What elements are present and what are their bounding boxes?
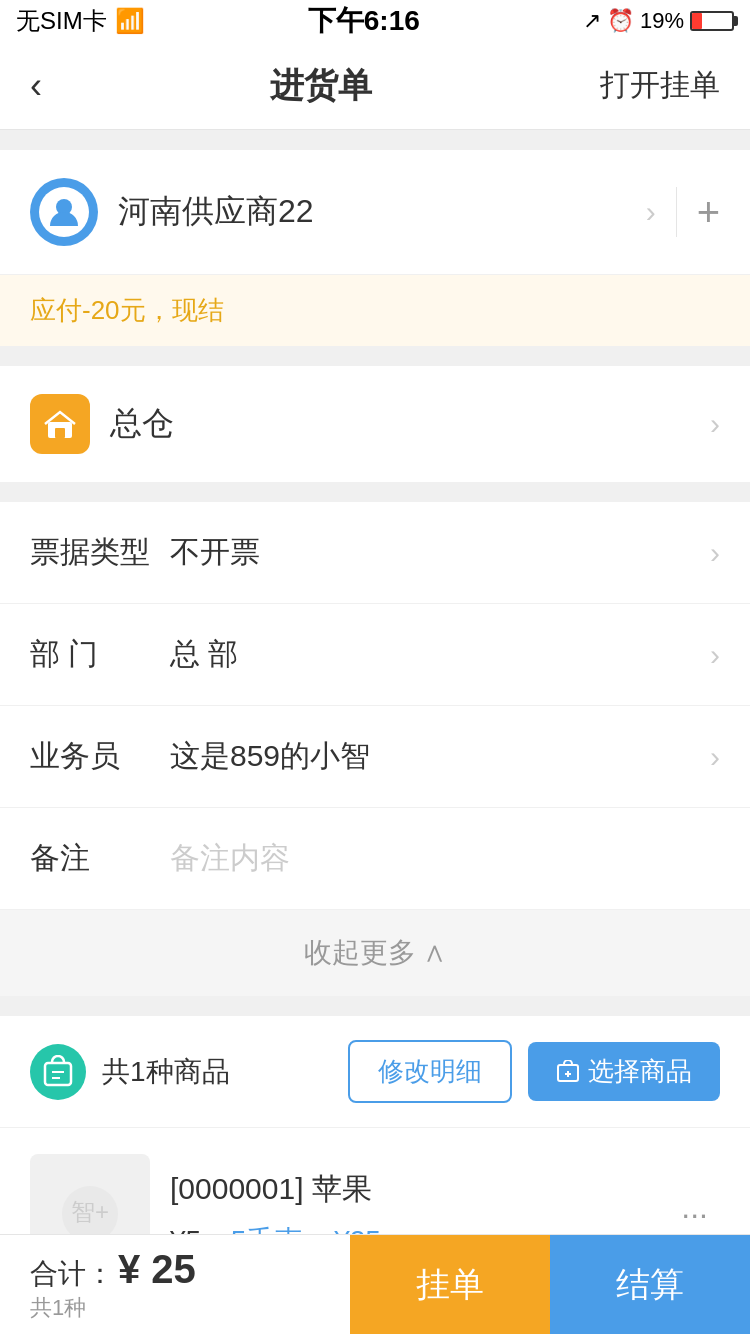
select-product-label: 选择商品 — [588, 1054, 692, 1089]
product-code: [0000001] — [170, 1172, 303, 1205]
checkout-button[interactable]: 结算 — [550, 1235, 750, 1335]
warehouse-icon-wrap — [30, 394, 90, 454]
form-row-department[interactable]: 部 门 总 部 › — [0, 604, 750, 706]
total-section: 合计： ¥ 25 共1种 — [0, 1247, 350, 1323]
battery-icon — [690, 11, 734, 31]
location-icon: ↗ — [583, 8, 601, 34]
remark-input[interactable]: 备注内容 — [170, 838, 720, 879]
supplier-row[interactable]: 河南供应商22 › + — [0, 150, 750, 275]
hang-button[interactable]: 挂单 — [350, 1235, 550, 1335]
products-icon — [30, 1044, 86, 1100]
nav-bar: ‹ 进货单 打开挂单 — [0, 42, 750, 130]
salesman-value: 这是859的小智 — [170, 736, 710, 777]
wifi-icon: 📶 — [115, 7, 145, 35]
warehouse-name: 总仓 — [110, 402, 710, 446]
warehouse-row[interactable]: 总仓 › — [0, 366, 750, 482]
salesman-chevron-icon: › — [710, 740, 720, 774]
department-chevron-icon: › — [710, 638, 720, 672]
product-name-text: 苹果 — [312, 1172, 372, 1205]
product-name: [0000001] 苹果 — [170, 1169, 649, 1210]
edit-detail-button[interactable]: 修改明细 — [348, 1040, 512, 1103]
supplier-section: 河南供应商22 › + 应付-20元，现结 — [0, 150, 750, 346]
supplier-chevron-icon: › — [646, 195, 656, 229]
section-gap-1 — [0, 130, 750, 150]
form-section: 票据类型 不开票 › 部 门 总 部 › 业务员 这是859的小智 › 备注 备… — [0, 502, 750, 910]
supplier-name: 河南供应商22 — [118, 190, 646, 234]
select-product-button[interactable]: 选择商品 — [528, 1042, 720, 1101]
status-right: ↗ ⏰ 19% — [583, 8, 734, 34]
section-gap-2 — [0, 346, 750, 366]
form-row-remark[interactable]: 备注 备注内容 — [0, 808, 750, 910]
page-title: 进货单 — [270, 63, 372, 109]
svg-rect-3 — [45, 1063, 71, 1085]
products-header: 共1种商品 修改明细 选择商品 — [0, 1016, 750, 1128]
collapse-row[interactable]: 收起更多 ∧ — [0, 910, 750, 996]
supplier-divider — [676, 187, 677, 237]
open-hang-button[interactable]: 打开挂单 — [600, 65, 720, 106]
supplier-avatar — [30, 178, 98, 246]
section-gap-4 — [0, 996, 750, 1016]
add-supplier-button[interactable]: + — [697, 192, 720, 232]
alarm-icon: ⏰ — [607, 8, 634, 34]
warehouse-chevron-icon: › — [710, 407, 720, 441]
supplier-avatar-icon — [39, 187, 89, 237]
payment-notice: 应付-20元，现结 — [0, 275, 750, 346]
product-more-icon[interactable]: ··· — [669, 1188, 720, 1241]
total-count: 共1种 — [30, 1293, 320, 1323]
products-count: 共1种商品 — [102, 1053, 332, 1091]
form-row-invoice[interactable]: 票据类型 不开票 › — [0, 502, 750, 604]
remark-label: 备注 — [30, 838, 170, 879]
department-label: 部 门 — [30, 634, 170, 675]
invoice-value: 不开票 — [170, 532, 710, 573]
salesman-label: 业务员 — [30, 736, 170, 777]
total-label: 合计： — [30, 1255, 114, 1293]
battery-pct: 19% — [640, 8, 684, 34]
warehouse-section[interactable]: 总仓 › — [0, 366, 750, 482]
carrier-label: 无SIM卡 — [16, 5, 107, 37]
back-button[interactable]: ‹ — [30, 65, 42, 107]
form-row-salesman[interactable]: 业务员 这是859的小智 › — [0, 706, 750, 808]
svg-text:智+: 智+ — [71, 1198, 109, 1225]
section-gap-3 — [0, 482, 750, 502]
status-bar: 无SIM卡 📶 下午6:16 ↗ ⏰ 19% — [0, 0, 750, 42]
collapse-label: 收起更多 ∧ — [304, 934, 447, 972]
invoice-label: 票据类型 — [30, 532, 170, 573]
bottom-bar: 合计： ¥ 25 共1种 挂单 结算 — [0, 1234, 750, 1334]
total-amount: ¥ 25 — [118, 1247, 196, 1292]
invoice-chevron-icon: › — [710, 536, 720, 570]
status-left: 无SIM卡 📶 — [16, 5, 145, 37]
svg-rect-2 — [55, 428, 65, 438]
department-value: 总 部 — [170, 634, 710, 675]
time-label: 下午6:16 — [308, 2, 420, 40]
